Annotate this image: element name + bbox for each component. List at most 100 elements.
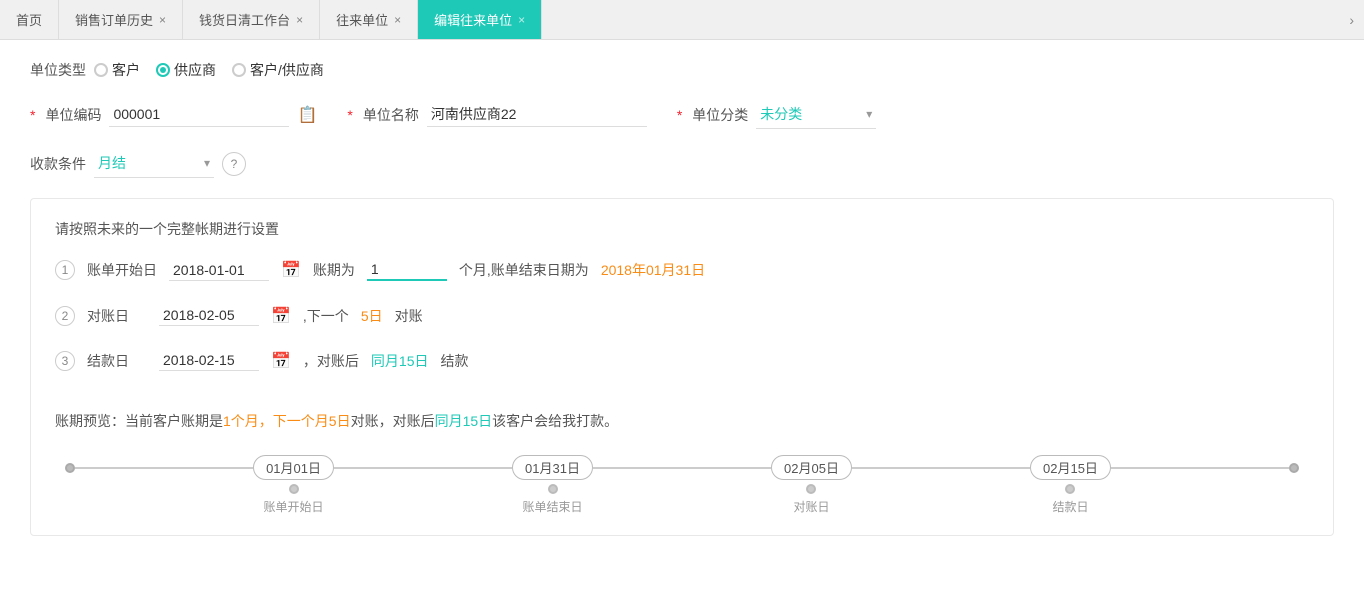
timeline-line-4 [852,467,1030,469]
calendar-icon-1[interactable]: 📅 [281,260,301,280]
timeline-start-dot [65,463,75,473]
unit-type-group: 单位类型 客户 供应商 客户/供应商 [30,60,324,80]
period-suffix: 个月,账单结束日期为 [459,260,589,280]
unit-info-row: * 单位编码 📋 * 单位名称 * 单位分类 未分类 ▾ [30,100,1334,129]
timeline-seg-1 [75,455,253,469]
section-instruction: 请按照未来的一个完整帐期进行设置 [55,219,1309,239]
radio-both-circle [232,63,246,77]
row-num-2: 2 [55,306,75,326]
preview-section: 账期预览：当前客户账期是1个月，下一个月5日对账，对账后同月15日该客户会给我打… [55,395,1309,515]
unit-type-row: 单位类型 客户 供应商 客户/供应商 [30,60,1334,80]
timeline-end-dot [1289,463,1299,473]
timeline-node-3: 02月05日 对账日 [771,455,852,515]
chevron-down-icon: ▾ [204,156,210,170]
row-label-2: 对账日 [87,306,147,326]
start-date-input[interactable] [169,260,269,281]
timeline-node-4: 02月15日 结款日 [1030,455,1111,515]
payment-section: 请按照未来的一个完整帐期进行设置 1 账单开始日 📅 账期为 个月,账单结束日期… [30,198,1334,536]
row-label-3: 结款日 [87,351,147,371]
payment-cond-group: 收款条件 月结 ▾ ? [30,149,246,178]
payment-cond-row: 收款条件 月结 ▾ ? [30,149,1334,178]
timeline-line-2 [334,467,512,469]
tab-edit-partner-label: 编辑往来单位 [434,10,512,29]
reconcile-date-input[interactable] [159,305,259,326]
radio-group: 客户 供应商 客户/供应商 [94,60,324,80]
settle-date-input[interactable] [159,350,259,371]
calendar-icon-2[interactable]: 📅 [271,306,291,326]
unit-name-label: 单位名称 [363,105,419,125]
timeline-sub-1: 账单开始日 [264,498,324,515]
unit-name-input[interactable] [427,102,647,127]
tab-partner[interactable]: 往来单位 × [320,0,418,39]
unit-category-label: 单位分类 [692,105,748,125]
timeline-line-1 [75,467,253,469]
close-icon[interactable]: × [296,13,303,27]
timeline-sub-4: 结款日 [1052,498,1088,515]
preview-pre: 账期预览：当前客户账期是 [55,413,223,429]
reconcile-post: 对账 [395,306,423,326]
preview-mid: 下一个月5日 [273,413,351,429]
tab-partner-label: 往来单位 [336,10,388,29]
period-input[interactable] [367,259,447,281]
main-content: 单位类型 客户 供应商 客户/供应商 * 单位编码 [0,40,1364,608]
row-label-1: 账单开始日 [87,260,157,280]
row-num-3: 3 [55,351,75,371]
reconcile-pre: ,下一个 [303,306,349,326]
radio-supplier[interactable]: 供应商 [156,60,216,80]
unit-code-input[interactable] [109,102,289,127]
close-icon[interactable]: × [394,13,401,27]
timeline-seg-2 [334,455,512,469]
settle-post: 结款 [441,351,469,371]
payment-cond-select[interactable]: 月结 ▾ [94,149,214,178]
timeline-badge-1: 01月01日 [253,455,334,480]
calendar-icon-3[interactable]: 📅 [271,351,291,371]
tab-home-label: 首页 [16,10,42,29]
radio-customer[interactable]: 客户 [94,60,140,80]
tab-sales-history-label: 销售订单历史 [75,10,153,29]
unit-name-required: * [347,107,352,123]
chevron-down-icon: ▾ [866,107,872,121]
settle-pre: ，对账后 [303,351,359,371]
unit-code-label: 单位编码 [45,105,101,125]
radio-both[interactable]: 客户/供应商 [232,60,324,80]
payment-cond-label: 收款条件 [30,154,86,174]
row-num-1: 1 [55,260,75,280]
copy-icon[interactable]: 📋 [297,105,317,125]
reconcile-day: 5日 [361,306,383,326]
preview-period: 1个月， [223,413,273,429]
period-label: 账期为 [313,260,355,280]
close-icon[interactable]: × [518,13,525,27]
tab-cash-work[interactable]: 钱货日清工作台 × [183,0,320,39]
timeline-start [65,455,75,473]
unit-code-group: * 单位编码 📋 [30,102,317,127]
tab-cash-work-label: 钱货日清工作台 [199,10,290,29]
timeline-line-5 [1111,467,1289,469]
radio-customer-label: 客户 [112,60,140,80]
help-icon[interactable]: ? [222,152,246,176]
timeline-dot-2 [548,484,558,494]
tab-more-arrow[interactable]: › [1339,12,1364,28]
timeline-seg-3 [593,455,771,469]
unit-category-value: 未分类 [760,104,860,124]
unit-category-required: * [677,107,682,123]
payment-cond-value: 月结 [98,153,198,173]
end-date-display: 2018年01月31日 [601,260,705,280]
timeline-seg-4 [852,455,1030,469]
tab-bar: 首页 销售订单历史 × 钱货日清工作台 × 往来单位 × 编辑往来单位 × › [0,0,1364,40]
timeline-dot-4 [1065,484,1075,494]
unit-category-select[interactable]: 未分类 ▾ [756,100,876,129]
unit-type-label: 单位类型 [30,60,86,80]
timeline-dot-1 [289,484,299,494]
timeline-badge-3: 02月05日 [771,455,852,480]
close-icon[interactable]: × [159,13,166,27]
timeline-seg-5 [1111,455,1289,469]
tab-home[interactable]: 首页 [0,0,59,39]
tab-sales-history[interactable]: 销售订单历史 × [59,0,183,39]
timeline-badge-4: 02月15日 [1030,455,1111,480]
unit-category-group: * 单位分类 未分类 ▾ [677,100,876,129]
tab-edit-partner[interactable]: 编辑往来单位 × [418,0,542,39]
radio-supplier-circle [156,63,170,77]
preview-end: 同月15日 [435,413,493,429]
condition-row-3: 3 结款日 📅 ，对账后 同月15日 结款 [55,350,1309,371]
condition-row-2: 2 对账日 📅 ,下一个 5日 对账 [55,305,1309,326]
